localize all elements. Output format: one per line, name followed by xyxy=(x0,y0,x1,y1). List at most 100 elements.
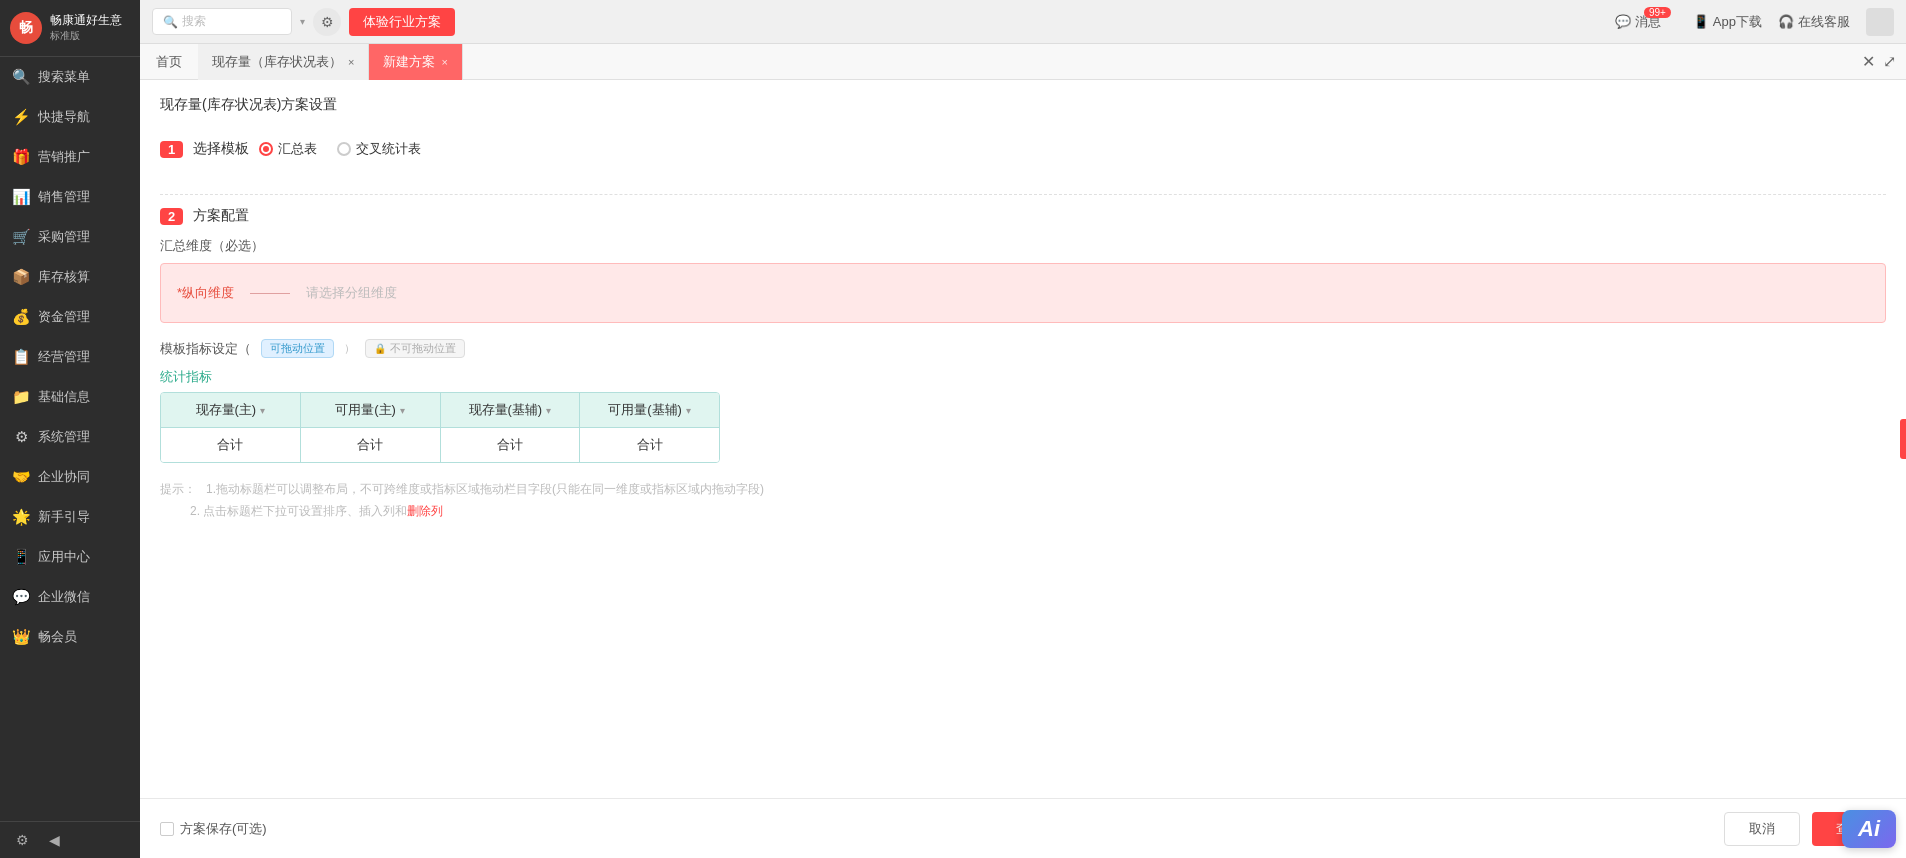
step2-badge: 2 xyxy=(160,208,183,225)
step2-header: 2 方案配置 xyxy=(160,207,1886,225)
top-header: 🔍 搜索 ▾ ⚙ 体验行业方案 💬 消息 99+ 📱 App下载 🎧 在线客服 xyxy=(140,0,1906,44)
message-icon: 💬 xyxy=(1615,14,1631,29)
sidebar-item-enterprise-wx[interactable]: 💬 企业微信 xyxy=(0,577,140,617)
dimension-placeholder: 请选择分组维度 xyxy=(306,284,397,302)
header-right: 💬 消息 99+ 📱 App下载 🎧 在线客服 xyxy=(1615,8,1894,36)
close-tab-icon[interactable]: ✕ xyxy=(1862,52,1875,71)
sidebar-item-management[interactable]: 📋 经营管理 xyxy=(0,337,140,377)
search-menu-icon: 🔍 xyxy=(12,68,30,86)
stats-col-1-header[interactable]: 可用量(主) ▾ xyxy=(301,393,441,427)
settings-icon[interactable]: ⚙ xyxy=(12,830,32,850)
radio-cross[interactable]: 交叉统计表 xyxy=(337,140,421,158)
sidebar-item-member[interactable]: 👑 畅会员 xyxy=(0,617,140,657)
sidebar-item-sales[interactable]: 📊 销售管理 xyxy=(0,177,140,217)
expand-icon[interactable]: ⤢ xyxy=(1883,52,1896,71)
no-drag-icon: 🔒 xyxy=(374,343,386,354)
tab-home[interactable]: 首页 xyxy=(140,53,198,71)
tip-2: 2. 点击标题栏下拉可设置排序、插入列和删除列 xyxy=(160,501,1886,523)
collapse-icon[interactable]: ◀ xyxy=(44,830,64,850)
tip-highlight: 删除列 xyxy=(407,504,443,518)
ai-badge[interactable]: Ai xyxy=(1842,810,1896,848)
online-service-button[interactable]: 🎧 在线客服 xyxy=(1778,13,1850,31)
sidebar-footer: ⚙ ◀ xyxy=(0,821,140,858)
tips-section: 提示： 1.拖动标题栏可以调整布局，不可跨维度或指标区域拖动栏目字段(只能在同一… xyxy=(160,479,1886,522)
sidebar-logo: 畅 畅康通好生意 标准版 xyxy=(0,0,140,57)
sidebar-item-label: 应用中心 xyxy=(38,548,90,566)
search-bar[interactable]: 🔍 搜索 xyxy=(152,8,292,35)
search-icon: 🔍 xyxy=(163,15,178,29)
radio-summary[interactable]: 汇总表 xyxy=(259,140,317,158)
sidebar-item-label: 搜索菜单 xyxy=(38,68,90,86)
new-guide-icon: 🌟 xyxy=(12,508,30,526)
step1-section: 1 选择模板 汇总表 交叉统计表 xyxy=(160,130,1886,180)
dropdown-icon[interactable]: ▾ xyxy=(300,16,305,27)
stats-col-3-header[interactable]: 可用量(基辅) ▾ xyxy=(580,393,719,427)
headset-icon: 🎧 xyxy=(1778,14,1794,29)
sidebar-item-search-menu[interactable]: 🔍 搜索菜单 xyxy=(0,57,140,97)
sidebar-item-purchase[interactable]: 🛒 采购管理 xyxy=(0,217,140,257)
sidebar-item-inventory[interactable]: 📦 库存核算 xyxy=(0,257,140,297)
col-2-chevron: ▾ xyxy=(546,405,551,416)
management-icon: 📋 xyxy=(12,348,30,366)
inventory-icon: 📦 xyxy=(12,268,30,286)
tab-inventory-label: 现存量（库存状况表） xyxy=(212,53,342,71)
basic-info-icon: 📁 xyxy=(12,388,30,406)
step1-badge: 1 xyxy=(160,141,183,158)
logo-title: 畅康通好生意 xyxy=(50,13,122,29)
tab-inventory-close[interactable]: × xyxy=(348,56,354,68)
step1-header: 1 选择模板 汇总表 交叉统计表 xyxy=(160,140,1886,158)
sidebar-item-app-center[interactable]: 📱 应用中心 xyxy=(0,537,140,577)
avatar[interactable] xyxy=(1866,8,1894,36)
sidebar-item-marketing[interactable]: 🎁 营销推广 xyxy=(0,137,140,177)
sidebar-item-basic-info[interactable]: 📁 基础信息 xyxy=(0,377,140,417)
indicators-label: 模板指标设定（ 可拖动位置 ） 🔒 不可拖动位置 xyxy=(160,339,1886,358)
sidebar-item-new-guide[interactable]: 🌟 新手引导 xyxy=(0,497,140,537)
messages-badge: 99+ xyxy=(1644,7,1671,18)
enterprise-wx-icon: 💬 xyxy=(12,588,30,606)
sidebar-item-quick-nav[interactable]: ⚡ 快捷导航 xyxy=(0,97,140,137)
content-area: 现存量(库存状况表)方案设置 1 选择模板 汇总表 交叉统计表 xyxy=(140,80,1906,798)
app-download-button[interactable]: 📱 App下载 xyxy=(1693,13,1762,31)
sidebar-item-label: 销售管理 xyxy=(38,188,90,206)
save-checkbox-label[interactable]: 方案保存(可选) xyxy=(160,820,267,838)
dimension-divider xyxy=(250,293,290,294)
tab-new-plan[interactable]: 新建方案 × xyxy=(369,44,462,80)
main-area: 🔍 搜索 ▾ ⚙ 体验行业方案 💬 消息 99+ 📱 App下载 🎧 在线客服 xyxy=(140,0,1906,858)
stats-header-row: 现存量(主) ▾ 可用量(主) ▾ 现存量(基辅) ▾ xyxy=(161,393,719,427)
dimension-box[interactable]: *纵向维度 请选择分组维度 xyxy=(160,263,1886,323)
radio-summary-label: 汇总表 xyxy=(278,140,317,158)
system-icon: ⚙ xyxy=(12,428,30,446)
purchase-icon: 🛒 xyxy=(12,228,30,246)
indicator-paren-close: ） xyxy=(344,341,355,356)
sidebar-item-label: 基础信息 xyxy=(38,388,90,406)
stats-col-3-label: 可用量(基辅) xyxy=(608,401,682,419)
stats-data-row: 合计 合计 合计 合计 xyxy=(161,427,719,462)
enterprise-icon: 🤝 xyxy=(12,468,30,486)
stats-col-0-header[interactable]: 现存量(主) ▾ xyxy=(161,393,301,427)
sidebar-item-enterprise[interactable]: 🤝 企业协同 xyxy=(0,457,140,497)
sidebar-item-label: 新手引导 xyxy=(38,508,90,526)
stats-cell-3: 合计 xyxy=(580,428,719,462)
right-edge-indicator xyxy=(1900,419,1906,459)
dimension-required-label: 汇总维度（必选） xyxy=(160,237,1886,255)
finance-icon: 💰 xyxy=(12,308,30,326)
phone-icon: 📱 xyxy=(1693,14,1709,29)
save-checkbox[interactable] xyxy=(160,822,174,836)
step1-title: 选择模板 xyxy=(193,140,249,158)
sidebar-item-system[interactable]: ⚙ 系统管理 xyxy=(0,417,140,457)
gear-button[interactable]: ⚙ xyxy=(313,8,341,36)
tip-1: 提示： 1.拖动标题栏可以调整布局，不可跨维度或指标区域拖动栏目字段(只能在同一… xyxy=(160,479,1886,501)
drag-badge: 可拖动位置 xyxy=(261,339,334,358)
messages-button[interactable]: 💬 消息 99+ xyxy=(1615,13,1661,31)
stats-col-2-header[interactable]: 现存量(基辅) ▾ xyxy=(441,393,581,427)
app-download-label: App下载 xyxy=(1713,13,1762,31)
sidebar-item-finance[interactable]: 💰 资金管理 xyxy=(0,297,140,337)
sidebar-item-label: 库存核算 xyxy=(38,268,90,286)
cancel-button[interactable]: 取消 xyxy=(1724,812,1800,846)
tab-new-plan-close[interactable]: × xyxy=(441,56,447,68)
trial-button[interactable]: 体验行业方案 xyxy=(349,8,455,36)
template-radio-group: 汇总表 交叉统计表 xyxy=(259,140,421,158)
step2-section: 2 方案配置 汇总维度（必选） *纵向维度 请选择分组维度 模板指标设定（ 可拖… xyxy=(160,207,1886,522)
tab-inventory[interactable]: 现存量（库存状况表） × xyxy=(198,44,369,80)
sidebar-item-label: 经营管理 xyxy=(38,348,90,366)
